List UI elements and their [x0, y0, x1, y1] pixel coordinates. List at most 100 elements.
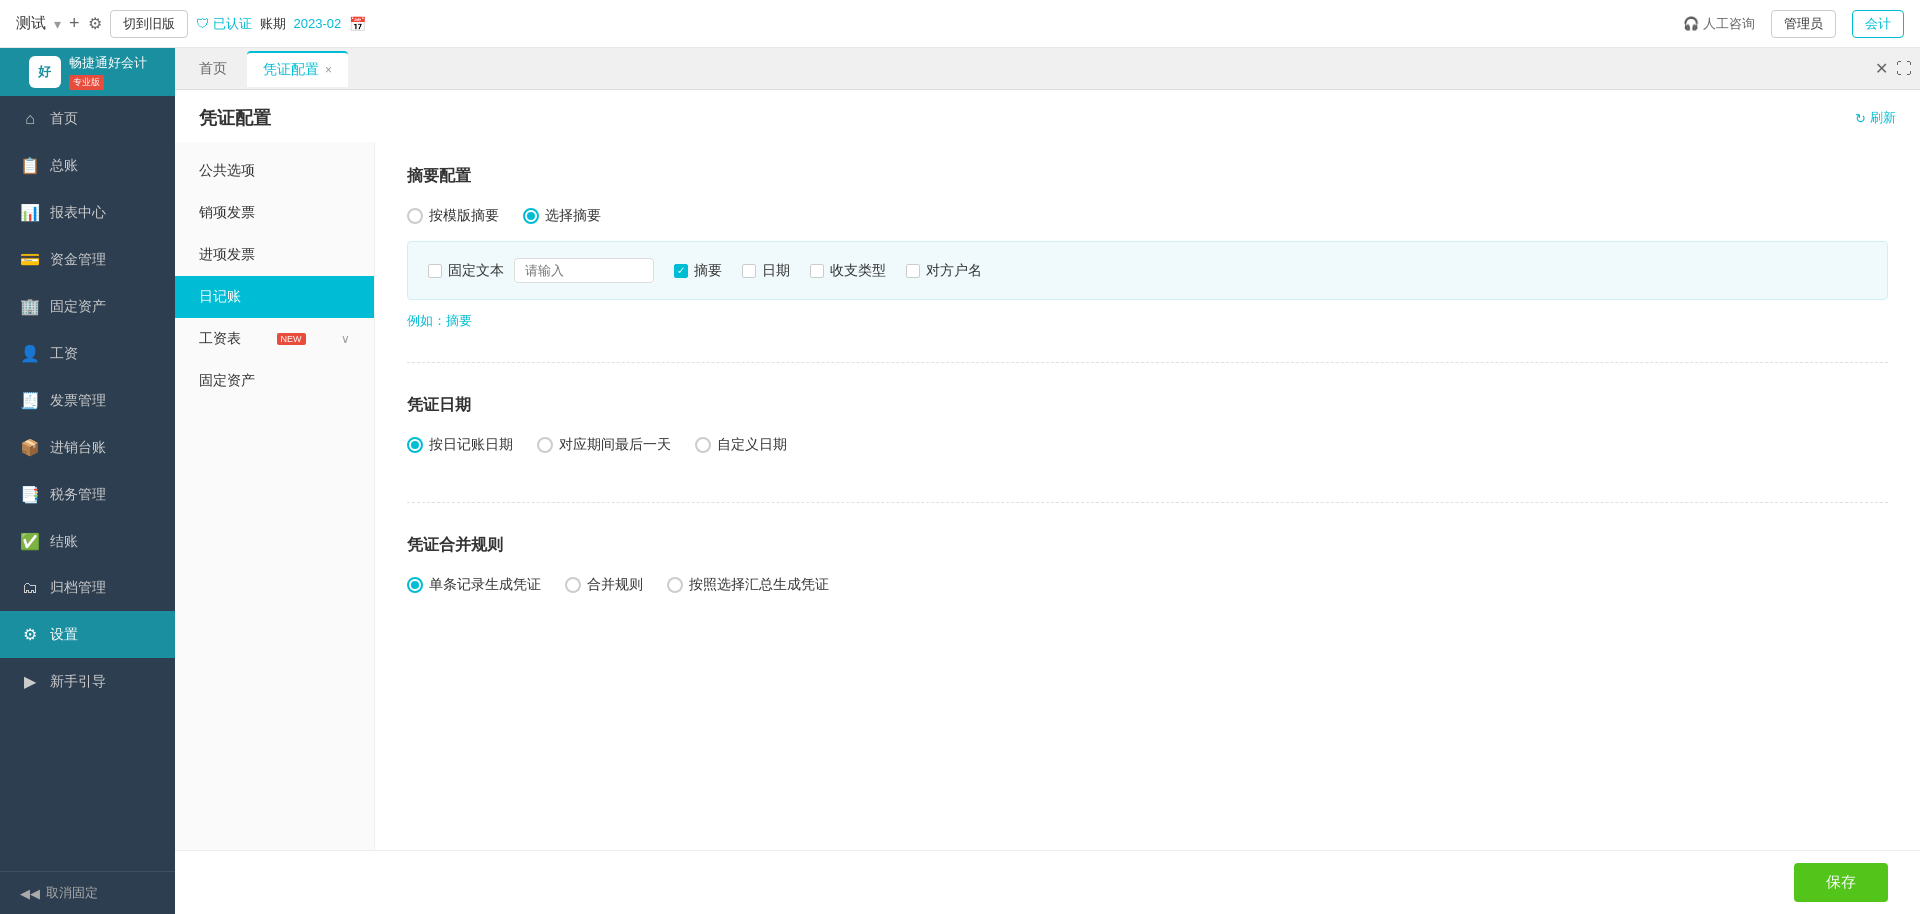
sidebar-item-archive[interactable]: 🗂 归档管理 [0, 565, 175, 611]
radio-single[interactable]: 单条记录生成凭证 [407, 576, 541, 594]
accountant-button[interactable]: 会计 [1852, 10, 1904, 38]
closing-icon: ✅ [20, 532, 40, 551]
sidebar-item-tax[interactable]: 📑 税务管理 [0, 471, 175, 518]
sidebar-label-archive: 归档管理 [50, 579, 106, 597]
shield-icon: 🛡 [196, 16, 209, 31]
settings-button[interactable]: ⚙ [88, 14, 102, 33]
sidebar-item-purchase[interactable]: 📦 进销台账 [0, 424, 175, 471]
logo-text-area: 畅捷通好会计 专业版 [69, 54, 147, 90]
radio-select-label: 选择摘要 [545, 207, 601, 225]
radio-template-summary[interactable]: 按模版摘要 [407, 207, 499, 225]
tab-bar-actions: ✕ ⛶ [1875, 59, 1912, 78]
checkbox-fixed-text[interactable]: 固定文本 [428, 262, 504, 280]
radio-custom-date-circle [695, 437, 711, 453]
cancel-pin-button[interactable]: ◀◀ 取消固定 [0, 871, 175, 914]
top-nav-right: 🎧 人工咨询 管理员 会计 [1683, 10, 1904, 38]
summary-checkbox-group: 固定文本 ✓ 摘要 日期 收支类型 [407, 241, 1888, 300]
radio-single-label: 单条记录生成凭证 [429, 576, 541, 594]
sidebar-item-home[interactable]: ⌂ 首页 [0, 96, 175, 142]
radio-merge-rule-label: 合并规则 [587, 576, 643, 594]
left-menu-item-salary-table[interactable]: 工资表 NEW ∨ [175, 318, 374, 360]
radio-diary-date[interactable]: 按日记账日期 [407, 436, 513, 454]
refresh-button[interactable]: ↻ 刷新 [1855, 109, 1896, 127]
settings-nav-icon: ⚙ [20, 625, 40, 644]
checkbox-date[interactable]: 日期 [742, 262, 790, 280]
page-title: 凭证配置 [199, 106, 271, 130]
sidebar-item-reports[interactable]: 📊 报表中心 [0, 189, 175, 236]
left-menu-item-fixed-assets[interactable]: 固定资产 [175, 360, 374, 402]
reports-icon: 📊 [20, 203, 40, 222]
sidebar-label-assets: 固定资产 [50, 298, 106, 316]
left-menu-label-purchase-inv: 进项发票 [199, 246, 255, 262]
sidebar-item-salary[interactable]: 👤 工资 [0, 330, 175, 377]
example-text: 例如：摘要 [407, 312, 1888, 330]
sidebar-item-assets[interactable]: 🏢 固定资产 [0, 283, 175, 330]
radio-merge-rule[interactable]: 合并规则 [565, 576, 643, 594]
sidebar-label-funds: 资金管理 [50, 251, 106, 269]
sidebar-label-guide: 新手引导 [50, 673, 106, 691]
calendar-icon[interactable]: 📅 [349, 16, 366, 32]
radio-custom-date-label: 自定义日期 [717, 436, 787, 454]
checkbox-income-type[interactable]: 收支类型 [810, 262, 886, 280]
left-menu-item-public[interactable]: 公共选项 [175, 150, 374, 192]
sidebar-item-settings[interactable]: ⚙ 设置 [0, 611, 175, 658]
left-menu-label-salary-table: 工资表 [199, 330, 241, 348]
sidebar-menu: ⌂ 首页 📋 总账 📊 报表中心 💳 资金管理 🏢 固定资产 👤 工资 [0, 96, 175, 871]
left-menu-item-purchase-inv[interactable]: 进项发票 [175, 234, 374, 276]
tab-bar: 首页 凭证配置 × ✕ ⛶ [175, 48, 1920, 90]
sidebar-label-closing: 结账 [50, 533, 78, 551]
checkbox-fixed-text-box [428, 264, 442, 278]
manager-button[interactable]: 管理员 [1771, 10, 1836, 38]
old-version-button[interactable]: 切到旧版 [110, 10, 188, 38]
sidebar-label-tax: 税务管理 [50, 486, 106, 504]
salary-icon: 👤 [20, 344, 40, 363]
inner-layout: 公共选项 销项发票 进项发票 日记账 工资表 NEW ∨ [175, 142, 1920, 850]
company-dropdown-icon[interactable]: ▾ [54, 16, 61, 32]
checkbox-fixed-text-label: 固定文本 [448, 262, 504, 280]
expand-button[interactable]: ⛶ [1896, 60, 1912, 78]
summary-radio-group: 按模版摘要 选择摘要 [407, 207, 1888, 225]
consult-button[interactable]: 🎧 人工咨询 [1683, 15, 1755, 33]
chevron-down-icon: ∨ [341, 332, 350, 346]
archive-icon: 🗂 [20, 579, 40, 597]
company-name: 测试 [16, 14, 46, 33]
checkbox-income-type-box [810, 264, 824, 278]
certified-text: 已认证 [213, 15, 252, 33]
tab-close-icon[interactable]: × [325, 63, 332, 77]
checkbox-summary[interactable]: ✓ 摘要 [674, 262, 722, 280]
sidebar-item-ledger[interactable]: 📋 总账 [0, 142, 175, 189]
left-menu-item-diary[interactable]: 日记账 [175, 276, 374, 318]
top-nav: 测试 ▾ + ⚙ 切到旧版 🛡 已认证 账期 2023-02 📅 🎧 人工咨询 … [0, 0, 1920, 48]
left-menu-item-sales[interactable]: 销项发票 [175, 192, 374, 234]
checkbox-counterpart[interactable]: 对方户名 [906, 262, 982, 280]
save-button[interactable]: 保存 [1794, 863, 1888, 902]
sidebar-logo: 好 畅捷通好会计 专业版 [0, 48, 175, 96]
radio-custom-date[interactable]: 自定义日期 [695, 436, 787, 454]
radio-select-summary[interactable]: 按照选择汇总生成凭证 [667, 576, 829, 594]
sidebar: 好 畅捷通好会计 专业版 ⌂ 首页 📋 总账 📊 报表中心 💳 资金管理 [0, 48, 175, 914]
close-window-button[interactable]: ✕ [1875, 59, 1888, 78]
assets-icon: 🏢 [20, 297, 40, 316]
add-button[interactable]: + [69, 13, 80, 34]
funds-icon: 💳 [20, 250, 40, 269]
checkbox-date-label: 日期 [762, 262, 790, 280]
cancel-pin-text: 取消固定 [46, 884, 98, 902]
logo-company-name: 畅捷通好会计 [69, 54, 147, 72]
tab-voucher-config[interactable]: 凭证配置 × [247, 51, 348, 87]
sidebar-item-guide[interactable]: ▶ 新手引导 [0, 658, 175, 705]
date-section-title: 凭证日期 [407, 395, 1888, 416]
fixed-text-input[interactable] [514, 258, 654, 283]
sidebar-item-funds[interactable]: 💳 资金管理 [0, 236, 175, 283]
left-menu-label-public: 公共选项 [199, 162, 255, 178]
content-area: 首页 凭证配置 × ✕ ⛶ 凭证配置 ↻ 刷新 公共选项 [175, 48, 1920, 914]
period-label: 账期 [260, 15, 286, 33]
radio-select-summary-label: 按照选择汇总生成凭证 [689, 576, 829, 594]
radio-last-day[interactable]: 对应期间最后一天 [537, 436, 671, 454]
date-section: 凭证日期 按日记账日期 对应期间最后一天 自定义日期 [407, 395, 1888, 503]
sidebar-item-closing[interactable]: ✅ 结账 [0, 518, 175, 565]
sidebar-item-invoices[interactable]: 🧾 发票管理 [0, 377, 175, 424]
tax-icon: 📑 [20, 485, 40, 504]
merge-section: 凭证合并规则 单条记录生成凭证 合并规则 按照选择汇总生成凭证 [407, 535, 1888, 642]
radio-select-summary[interactable]: 选择摘要 [523, 207, 601, 225]
tab-home[interactable]: 首页 [183, 52, 243, 86]
